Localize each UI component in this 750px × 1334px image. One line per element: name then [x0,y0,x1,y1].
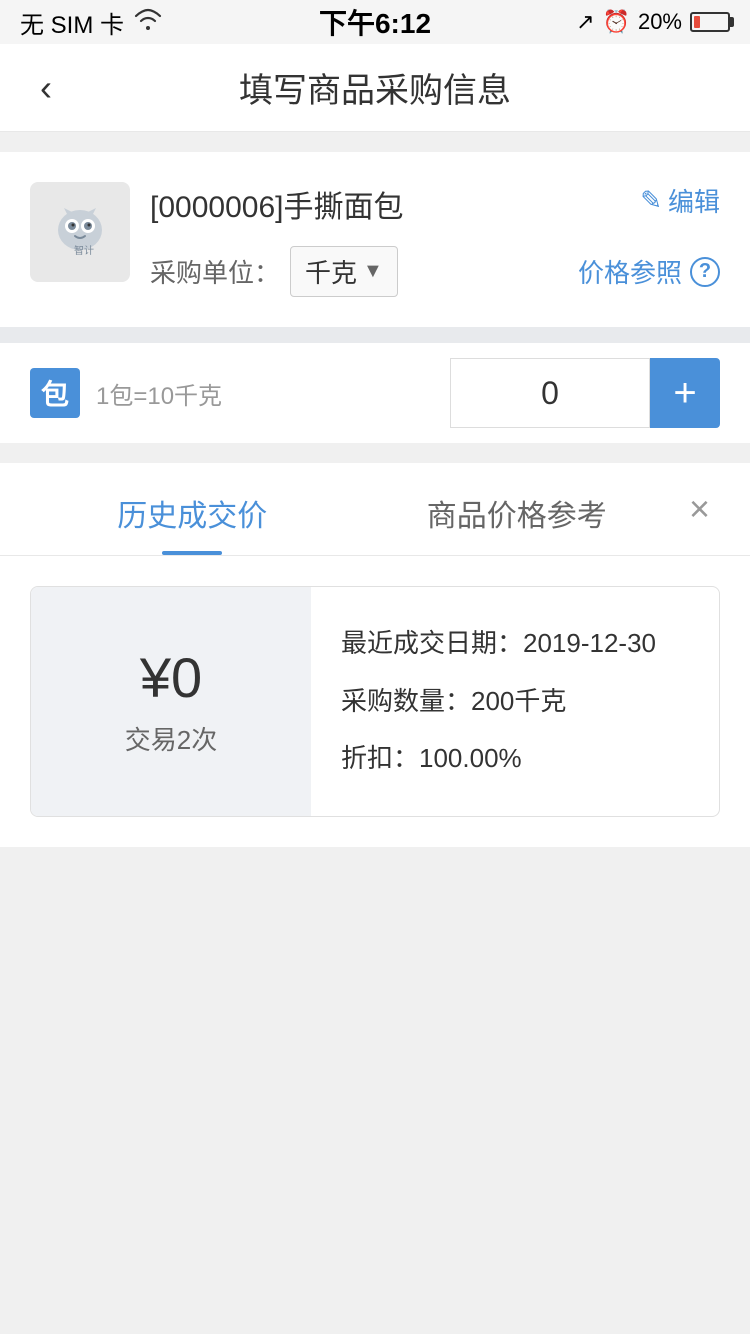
price-currency-symbol: ¥ [140,646,171,709]
recent-date-label: 最近成交日期： [341,628,523,658]
discount-label: 折扣： [341,743,419,773]
battery-fill [694,16,700,28]
carrier-text: 无 SIM 卡 [20,5,124,40]
tab-price-reference-label: 商品价格参考 [427,500,607,533]
product-header: [0000006]手撕面包 ✎ 编辑 [150,182,720,226]
alarm-icon: ⏰ [603,9,630,35]
unit-value: 千克 [305,253,357,290]
product-image: 智计 [30,182,130,282]
edit-icon: ✎ [640,185,662,216]
price-display: ¥0 [140,645,202,710]
quantity-plus-button[interactable]: + [650,358,720,428]
price-history-card: ¥0 交易2次 最近成交日期：2019-12-30 采购数量：200千克 折扣：… [30,586,720,817]
unit-select[interactable]: 千克 ▼ [290,246,398,297]
main-content: 历史成交价 商品价格参考 × ¥0 交易2次 最近成交日期：2019-12-30 [0,463,750,1263]
recent-date-value: 2019-12-30 [523,628,656,658]
status-bar: 无 SIM 卡 下午6:12 ↗ ⏰ 20% [0,0,750,44]
help-icon: ? [690,257,720,287]
price-summary-left: ¥0 交易2次 [31,587,311,816]
price-transactions: 交易2次 [125,720,217,757]
battery-icon [690,12,730,32]
tab-close-button[interactable]: × [679,478,720,540]
status-time: 下午6:12 [319,2,431,42]
back-button[interactable]: ‹ [30,57,62,119]
tab-history-price-label: 历史成交价 [117,500,267,533]
status-left: 无 SIM 卡 [20,5,162,40]
tab-price-reference[interactable]: 商品价格参考 [354,463,678,555]
nav-bar: ‹ 填写商品采购信息 [0,44,750,132]
status-right: ↗ ⏰ 20% [576,9,730,35]
tab-history-price[interactable]: 历史成交价 [30,463,354,555]
page-title: 填写商品采购信息 [239,63,511,112]
quantity-input[interactable] [450,358,650,428]
price-ref-button[interactable]: 价格参照 ? [578,253,720,290]
price-detail-right: 最近成交日期：2019-12-30 采购数量：200千克 折扣：100.00% [311,587,719,816]
price-ref-label: 价格参照 [578,253,682,290]
quantity-unit-badge: 包 [30,368,80,418]
edit-button[interactable]: ✎ 编辑 [640,182,720,219]
wifi-icon [134,8,162,37]
quantity-row: 包 1包=10千克 + [0,343,750,443]
quantity-row-detail: 采购数量：200千克 [341,681,689,723]
product-details: [0000006]手撕面包 ✎ 编辑 采购单位： 千克 ▼ 价格参照 ? [150,182,720,297]
chevron-down-icon: ▼ [363,260,383,283]
location-icon: ↗ [576,9,594,35]
tabs-container: 历史成交价 商品价格参考 × [0,463,750,556]
price-value: 0 [171,646,202,709]
quantity-detail-label: 采购数量： [341,686,471,716]
product-logo: 智计 [50,198,110,266]
purchase-unit-row: 采购单位： 千克 ▼ 价格参照 ? [150,246,720,297]
product-card: 智计 [0000006]手撕面包 ✎ 编辑 采购单位： 千克 ▼ 价格参照 ? [0,152,750,327]
discount-value: 100.00% [419,743,522,773]
discount-row: 折扣：100.00% [341,738,689,780]
section-divider [0,327,750,343]
quantity-conversion: 1包=10千克 [96,376,222,411]
quantity-input-group: + [450,358,720,428]
tabs-header: 历史成交价 商品价格参考 × [0,463,750,555]
product-name: [0000006]手撕面包 [150,182,403,226]
svg-text:智计: 智计 [74,244,94,257]
battery-percent: 20% [638,9,682,35]
purchase-unit-label: 采购单位： [150,253,280,290]
quantity-detail-value: 200千克 [471,686,566,716]
recent-date-row: 最近成交日期：2019-12-30 [341,623,689,665]
edit-label: 编辑 [668,182,720,219]
quantity-label-group: 包 1包=10千克 [30,368,222,418]
tab-content: ¥0 交易2次 最近成交日期：2019-12-30 采购数量：200千克 折扣：… [0,556,750,847]
